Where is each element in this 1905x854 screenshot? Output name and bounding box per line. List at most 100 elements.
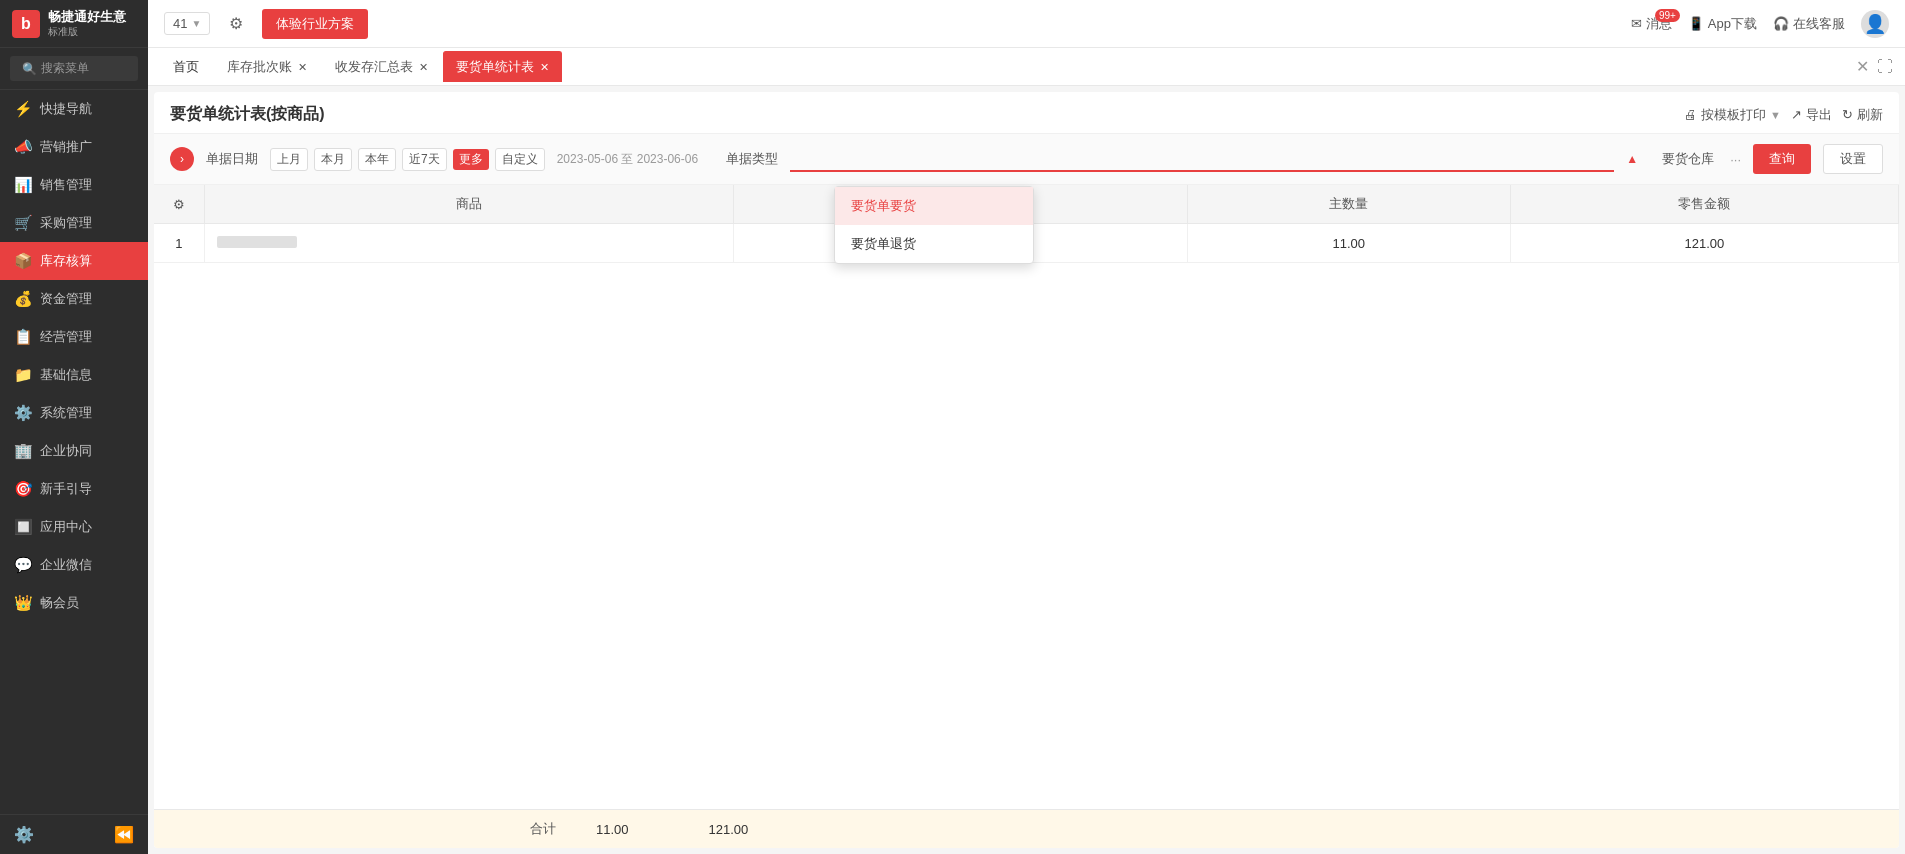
sidebar-item-inventory[interactable]: 📦 库存核算	[0, 242, 148, 280]
nav-label-sales: 销售管理	[40, 176, 92, 194]
print-dropdown-icon[interactable]: ▼	[1770, 109, 1781, 121]
filter-bar: › 单据日期 上月 本月 本年 近7天 更多 自定义 2023-05-06 至 …	[154, 134, 1899, 185]
sidebar-item-guide[interactable]: 🎯 新手引导	[0, 470, 148, 508]
sidebar-search-inner[interactable]: 🔍 搜索菜单	[10, 56, 138, 81]
last-7days-btn[interactable]: 近7天	[402, 148, 447, 171]
message-action[interactable]: ✉ 消息 99+	[1631, 15, 1672, 33]
date-more-btn[interactable]: 更多	[453, 149, 489, 170]
logo-icon: b	[12, 10, 40, 38]
dropdown-item-order-return[interactable]: 要货单退货	[835, 225, 1033, 263]
top-bar-right: ✉ 消息 99+ 📱 App下载 🎧 在线客服 👤	[1631, 10, 1889, 38]
type-filter-input[interactable]	[790, 147, 1614, 172]
app-download-label: App下载	[1708, 15, 1757, 33]
refresh-icon: ↻	[1842, 107, 1853, 122]
print-button[interactable]: 🖨 按模板打印 ▼	[1684, 106, 1781, 124]
logo-sub: 标准版	[48, 25, 126, 38]
table-container: ⚙商品主计量单位主数量零售金额 1 块 11.00 121.00	[154, 185, 1899, 809]
settings-icon[interactable]: ⚙️	[14, 825, 34, 844]
logo-main: 畅捷通好生意	[48, 9, 126, 26]
footer-values: 11.00 121.00	[596, 822, 748, 837]
tab-label-dispatch-summary: 收发存汇总表	[335, 58, 413, 76]
type-filter-chevron-icon[interactable]: ▲	[1626, 152, 1638, 166]
col-header-gear[interactable]: ⚙	[154, 185, 204, 224]
custom-date-btn[interactable]: 自定义	[495, 148, 545, 171]
footer-amount: 121.00	[709, 822, 749, 837]
tab-expand-icon[interactable]: ⛶	[1877, 58, 1893, 76]
this-year-btn[interactable]: 本年	[358, 148, 396, 171]
nav-label-operation: 经营管理	[40, 328, 92, 346]
filter-expand-button[interactable]: ›	[170, 147, 194, 171]
tab-label-home: 首页	[173, 58, 199, 76]
refresh-button[interactable]: ↻ 刷新	[1842, 106, 1883, 124]
sidebar-search-container[interactable]: 🔍 搜索菜单	[0, 48, 148, 90]
tab-bar: 首页库存批次账✕收发存汇总表✕要货单统计表✕ ✕ ⛶	[148, 48, 1905, 86]
headset-icon: 🎧	[1773, 16, 1789, 31]
sidebar-item-system[interactable]: ⚙️ 系统管理	[0, 394, 148, 432]
nav-icon-inventory: 📦	[14, 252, 32, 270]
nav-icon-operation: 📋	[14, 328, 32, 346]
tab-close-order-stat[interactable]: ✕	[540, 61, 549, 74]
tab-batch[interactable]: 库存批次账✕	[214, 51, 320, 82]
sidebar-item-operation[interactable]: 📋 经营管理	[0, 318, 148, 356]
footer-label: 合计	[166, 820, 596, 838]
nav-icon-guide: 🎯	[14, 480, 32, 498]
this-month-btn[interactable]: 本月	[314, 148, 352, 171]
col-header-product: 商品	[204, 185, 734, 224]
last-month-btn[interactable]: 上月	[270, 148, 308, 171]
collapse-icon[interactable]: ⏪	[114, 825, 134, 844]
nav-label-quick-nav: 快捷导航	[40, 100, 92, 118]
footer-qty: 11.00	[596, 822, 629, 837]
nav-icon-quick-nav: ⚡	[14, 100, 32, 118]
warehouse-filter-dots[interactable]: ···	[1730, 152, 1741, 167]
nav-icon-enterprise: 🏢	[14, 442, 32, 460]
sidebar-item-marketing[interactable]: 📣 营销推广	[0, 128, 148, 166]
nav-label-enterprise: 企业协同	[40, 442, 92, 460]
settings-button[interactable]: ⚙	[222, 10, 250, 38]
sidebar: b 畅捷通好生意 标准版 🔍 搜索菜单 ⚡ 快捷导航 📣 营销推广 📊 销售管理…	[0, 0, 148, 854]
online-service-action[interactable]: 🎧 在线客服	[1773, 15, 1845, 33]
nav-label-guide: 新手引导	[40, 480, 92, 498]
page-header-actions: 🖨 按模板打印 ▼ ↗ 导出 ↻ 刷新	[1684, 106, 1883, 124]
top-bar-left: 41 ▼ ⚙ 体验行业方案	[164, 9, 368, 39]
phone-icon: 📱	[1688, 16, 1704, 31]
user-avatar[interactable]: 👤	[1861, 10, 1889, 38]
nav-icon-purchase: 🛒	[14, 214, 32, 232]
nav-label-marketing: 营销推广	[40, 138, 92, 156]
tab-order-stat[interactable]: 要货单统计表✕	[443, 51, 562, 82]
sidebar-item-base[interactable]: 📁 基础信息	[0, 356, 148, 394]
row-no: 1	[154, 224, 204, 263]
sidebar-nav: ⚡ 快捷导航 📣 营销推广 📊 销售管理 🛒 采购管理 📦 库存核算 💰 资金管…	[0, 90, 148, 814]
sidebar-item-purchase[interactable]: 🛒 采购管理	[0, 204, 148, 242]
tab-close-all-icon[interactable]: ✕	[1856, 57, 1869, 76]
nav-label-wechat: 企业微信	[40, 556, 92, 574]
sidebar-item-member[interactable]: 👑 畅会员	[0, 584, 148, 622]
sidebar-item-app-center[interactable]: 🔲 应用中心	[0, 508, 148, 546]
trial-button[interactable]: 体验行业方案	[262, 9, 368, 39]
message-badge: 99+	[1655, 9, 1680, 22]
nav-icon-member: 👑	[14, 594, 32, 612]
company-name: 41	[173, 16, 187, 31]
tab-dispatch-summary[interactable]: 收发存汇总表 ✕	[322, 51, 441, 82]
dropdown-item-order-goods[interactable]: 要货单要货	[835, 187, 1033, 225]
sidebar-item-quick-nav[interactable]: ⚡ 快捷导航	[0, 90, 148, 128]
sidebar-item-enterprise[interactable]: 🏢 企业协同	[0, 432, 148, 470]
row-qty: 11.00	[1187, 224, 1510, 263]
company-selector[interactable]: 41 ▼	[164, 12, 210, 35]
main-area: 41 ▼ ⚙ 体验行业方案 ✉ 消息 99+ 📱 App下载 🎧 在线客服 👤	[148, 0, 1905, 854]
sidebar-item-wechat[interactable]: 💬 企业微信	[0, 546, 148, 584]
nav-icon-finance: 💰	[14, 290, 32, 308]
settings-button-filter[interactable]: 设置	[1823, 144, 1883, 174]
tab-close-dispatch-summary[interactable]: ✕	[419, 61, 428, 74]
message-icon: ✉	[1631, 16, 1642, 31]
sidebar-item-finance[interactable]: 💰 资金管理	[0, 280, 148, 318]
app-download-action[interactable]: 📱 App下载	[1688, 15, 1757, 33]
sidebar-item-sales[interactable]: 📊 销售管理	[0, 166, 148, 204]
nav-icon-wechat: 💬	[14, 556, 32, 574]
tab-home[interactable]: 首页	[160, 51, 212, 82]
refresh-label: 刷新	[1857, 106, 1883, 124]
query-button[interactable]: 查询	[1753, 144, 1811, 174]
tab-close-batch[interactable]: ✕	[298, 61, 307, 74]
selector-chevron-icon: ▼	[191, 18, 201, 29]
sidebar-logo: b 畅捷通好生意 标准版	[0, 0, 148, 48]
export-button[interactable]: ↗ 导出	[1791, 106, 1832, 124]
